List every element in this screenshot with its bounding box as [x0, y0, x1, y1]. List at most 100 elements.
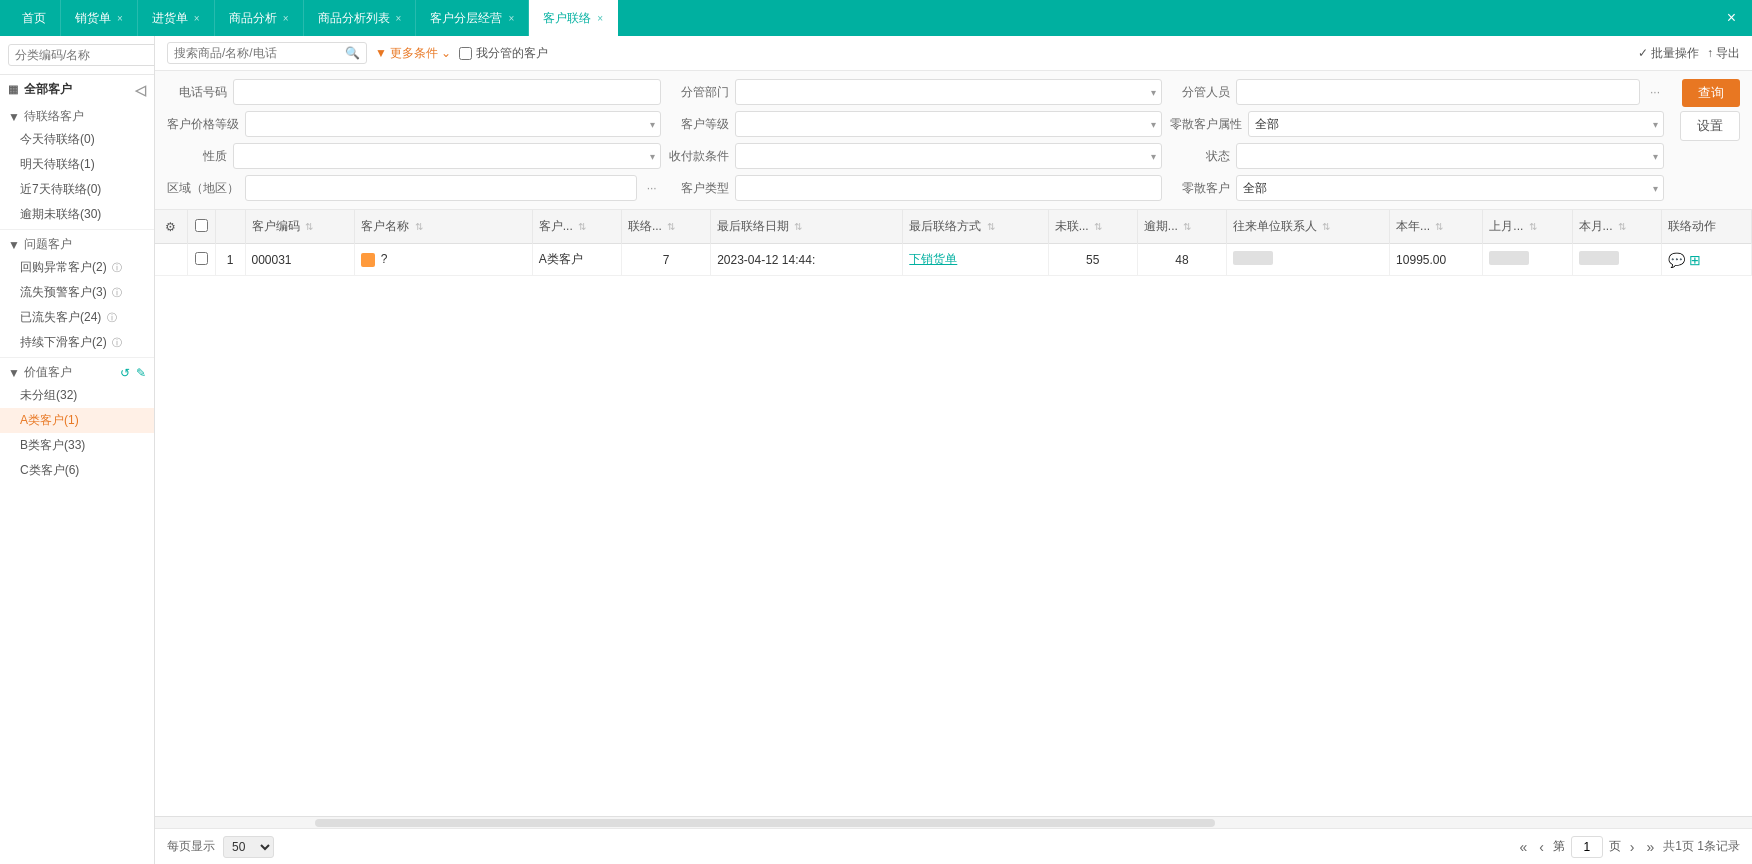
close-icon[interactable]: ×: [117, 13, 123, 24]
sidebar-item-week[interactable]: 近7天待联络(0): [0, 177, 154, 202]
close-all-button[interactable]: ×: [1719, 9, 1744, 27]
filter-my-customers-label[interactable]: 我分管的客户: [459, 45, 548, 62]
close-icon[interactable]: ×: [597, 13, 603, 24]
prev-page-button[interactable]: ‹: [1536, 838, 1547, 856]
col-this-month[interactable]: 本月... ⇅: [1572, 210, 1661, 244]
chat-action-icon[interactable]: 💬: [1668, 252, 1685, 268]
export-link[interactable]: ↑ 导出: [1707, 45, 1740, 62]
row-checkbox: [187, 244, 215, 276]
settings-button[interactable]: 设置: [1680, 111, 1740, 141]
col-contact-count[interactable]: 联络... ⇅: [621, 210, 710, 244]
color-tag-icon: [361, 253, 375, 267]
sidebar-group-problem-customers[interactable]: ▼ 问题客户: [0, 232, 154, 255]
sidebar-item-b-class[interactable]: B类客户(33): [0, 433, 154, 458]
nav-customer-contact[interactable]: 客户联络 ×: [529, 0, 618, 36]
sidebar-all-customers[interactable]: ▦ 全部客户 ◁: [0, 75, 154, 104]
sidebar-item-ungrouped[interactable]: 未分组(32): [0, 383, 154, 408]
row-last-month: [1483, 244, 1572, 276]
filter-input-customer-type[interactable]: [735, 175, 1163, 201]
row-last-contact-method: 下销货单: [903, 244, 1048, 276]
filter-field-customer-level: 客户等级 ▾: [669, 111, 1163, 137]
select-all-checkbox[interactable]: [195, 219, 208, 232]
filter-select-dept[interactable]: [735, 79, 1163, 105]
nav-home[interactable]: 首页: [8, 0, 61, 36]
filter-input-manager[interactable]: [1236, 79, 1640, 105]
col-row-num: [215, 210, 245, 244]
last-page-button[interactable]: »: [1644, 838, 1658, 856]
sidebar-group-value-customers: ▼ 价值客户 ↺ ✎: [0, 360, 154, 383]
search-button[interactable]: 查询: [1682, 79, 1740, 107]
sort-icon: ⇅: [1322, 221, 1330, 232]
sidebar-item-c-class[interactable]: C类客户(6): [0, 458, 154, 483]
filter-select-scatter[interactable]: 全部: [1236, 175, 1664, 201]
close-icon[interactable]: ×: [396, 13, 402, 24]
arrow-icon: ▼: [8, 110, 20, 124]
filter-select-payment[interactable]: [735, 143, 1163, 169]
col-last-month[interactable]: 上月... ⇅: [1483, 210, 1572, 244]
sidebar-item-decline[interactable]: 持续下滑客户(2) ⓘ: [0, 330, 154, 355]
next-page-button[interactable]: ›: [1627, 838, 1638, 856]
filter-select-price-level[interactable]: [245, 111, 661, 137]
nav-product-analysis-list[interactable]: 商品分析列表 ×: [304, 0, 417, 36]
sidebar-group-pending-contact[interactable]: ▼ 待联络客户: [0, 104, 154, 127]
filter-input-phone[interactable]: [233, 79, 661, 105]
col-overdue[interactable]: 逾期... ⇅: [1137, 210, 1226, 244]
filter-search-input[interactable]: [174, 46, 345, 60]
sidebar-item-tomorrow[interactable]: 明天待联络(1): [0, 152, 154, 177]
filter-row-1: 电话号码 分管部门 ▾: [167, 79, 1664, 105]
col-customer-type[interactable]: 客户... ⇅: [532, 210, 621, 244]
sort-icon: ⇅: [1529, 221, 1537, 232]
col-customer-code[interactable]: 客户编码 ⇅: [245, 210, 355, 244]
collapse-icon[interactable]: ◁: [135, 82, 146, 98]
page-number-input[interactable]: [1571, 836, 1603, 858]
filter-dots-manager[interactable]: ···: [1646, 85, 1664, 99]
grid-action-icon[interactable]: ⊞: [1689, 252, 1701, 268]
filter-field-region: 区域（地区） ···: [167, 175, 661, 201]
filter-select-status-wrap: ▾: [1236, 143, 1664, 169]
sidebar-item-overdue[interactable]: 逾期未联络(30): [0, 202, 154, 227]
filter-select-level-wrap: ▾: [735, 111, 1163, 137]
col-last-contact-method[interactable]: 最后联络方式 ⇅: [903, 210, 1048, 244]
first-page-button[interactable]: «: [1516, 838, 1530, 856]
col-this-year[interactable]: 本年... ⇅: [1390, 210, 1483, 244]
filter-search-icon[interactable]: 🔍: [345, 46, 360, 60]
filter-select-scatter-attr[interactable]: 全部: [1248, 111, 1664, 137]
col-customer-name[interactable]: 客户名称 ⇅: [355, 210, 532, 244]
sidebar-item-today[interactable]: 今天待联络(0): [0, 127, 154, 152]
filter-bar: 🔍 ▼ 更多条件 ⌄ 我分管的客户 ✓ 批量操作 ↑ 导出: [155, 36, 1752, 71]
batch-operation-link[interactable]: ✓ 批量操作: [1638, 45, 1699, 62]
nav-sales-order[interactable]: 销货单 ×: [61, 0, 138, 36]
filter-input-region[interactable]: [245, 175, 637, 201]
nav-product-analysis[interactable]: 商品分析 ×: [215, 0, 304, 36]
col-unit-contact[interactable]: 往来单位联系人 ⇅: [1227, 210, 1390, 244]
col-settings[interactable]: ⚙: [155, 210, 187, 244]
row-select-checkbox[interactable]: [195, 252, 208, 265]
close-icon[interactable]: ×: [194, 13, 200, 24]
sidebar-item-churn[interactable]: 流失预警客户(3) ⓘ: [0, 280, 154, 305]
nav-purchase-order[interactable]: 进货单 ×: [138, 0, 215, 36]
sidebar-item-repurchase[interactable]: 回购异常客户(2) ⓘ: [0, 255, 154, 280]
filter-select-status[interactable]: [1236, 143, 1664, 169]
filter-my-customers-checkbox[interactable]: [459, 47, 472, 60]
horizontal-scrollbar[interactable]: [155, 816, 1752, 828]
sidebar-item-lost[interactable]: 已流失客户(24) ⓘ: [0, 305, 154, 330]
filter-dots-region[interactable]: ···: [643, 181, 661, 195]
edit-icon[interactable]: ✎: [136, 366, 146, 380]
filter-select-customer-level[interactable]: [735, 111, 1163, 137]
filter-field-customer-type: 客户类型: [669, 175, 1163, 201]
row-customer-code: 000031: [245, 244, 355, 276]
sidebar-item-a-class[interactable]: A类客户(1): [0, 408, 154, 433]
close-icon[interactable]: ×: [508, 13, 514, 24]
sort-icon: ⇅: [578, 221, 586, 232]
sidebar-search-input[interactable]: [8, 44, 155, 66]
col-not-contact[interactable]: 未联... ⇅: [1048, 210, 1137, 244]
filter-more-conditions[interactable]: ▼ 更多条件 ⌄: [375, 45, 451, 62]
scrollbar-track[interactable]: [315, 819, 1215, 827]
col-last-contact-date[interactable]: 最后联络日期 ⇅: [711, 210, 903, 244]
close-icon[interactable]: ×: [283, 13, 289, 24]
refresh-icon[interactable]: ↺: [120, 366, 130, 380]
contact-method-link[interactable]: 下销货单: [909, 252, 957, 266]
nav-customer-segment[interactable]: 客户分层经营 ×: [416, 0, 529, 36]
filter-select-nature[interactable]: [233, 143, 661, 169]
page-size-select[interactable]: 50 10 20 100: [223, 836, 274, 858]
